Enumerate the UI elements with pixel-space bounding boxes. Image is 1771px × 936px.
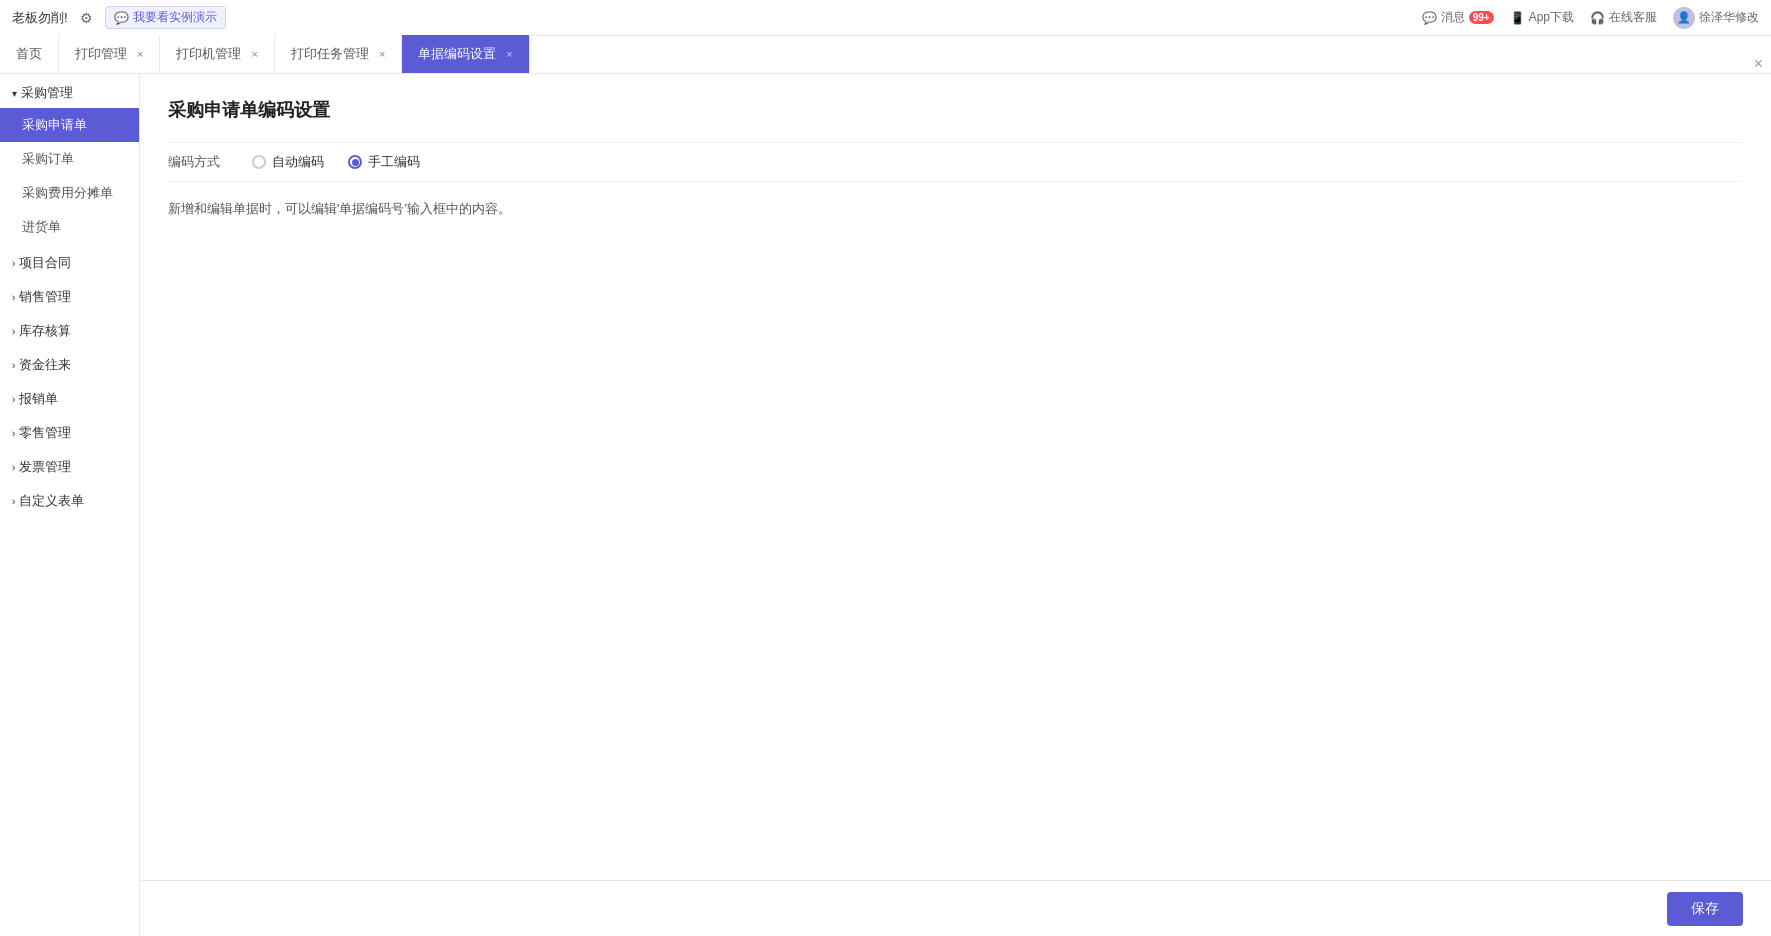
tab-printer-mgmt[interactable]: 打印机管理 ×	[160, 35, 274, 73]
sidebar-item-purchase-request-label: 采购申请单	[22, 117, 87, 132]
content-footer: 保存	[140, 880, 1771, 936]
sidebar-group-capital-label: 资金往来	[19, 356, 71, 374]
manual-code-label: 手工编码	[368, 153, 420, 171]
auto-code-label: 自动编码	[272, 153, 324, 171]
tab-printer-mgmt-close[interactable]: ×	[251, 48, 257, 60]
sidebar-group-sales-mgmt-label: 销售管理	[19, 288, 71, 306]
tab-home[interactable]: 首页	[0, 35, 59, 73]
tab-single-code-close[interactable]: ×	[506, 48, 512, 60]
tab-print-task-mgmt[interactable]: 打印任务管理 ×	[275, 35, 402, 73]
auto-code-radio[interactable]	[252, 155, 266, 169]
user-avatar: 👤	[1673, 7, 1695, 29]
sidebar-item-purchase-order-label: 采购订单	[22, 151, 74, 166]
online-service-group[interactable]: 🎧 在线客服	[1590, 9, 1657, 26]
sidebar-group-inventory-label: 库存核算	[19, 322, 71, 340]
online-service-label: 在线客服	[1609, 9, 1657, 26]
sidebar-group-sales-mgmt[interactable]: › 销售管理	[0, 278, 139, 312]
sidebar-group-purchase-mgmt[interactable]: ▾ 采购管理	[0, 74, 139, 108]
chevron-right-icon-7: ›	[12, 462, 15, 473]
sidebar-item-purchase-expense-label: 采购费用分摊单	[22, 185, 113, 200]
sidebar-group-retail-mgmt-label: 零售管理	[19, 424, 71, 442]
sidebar-group-custom-forms-label: 自定义表单	[19, 492, 84, 510]
sidebar-item-purchase-expense[interactable]: 采购费用分摊单	[0, 176, 139, 210]
sidebar-group-returns-label: 报销单	[19, 390, 58, 408]
sidebar-group-retail-mgmt[interactable]: › 零售管理	[0, 414, 139, 448]
tab-print-mgmt-close[interactable]: ×	[137, 48, 143, 60]
headset-icon: 🎧	[1590, 11, 1605, 25]
sidebar-group-custom-forms[interactable]: › 自定义表单	[0, 482, 139, 516]
top-bar-right: 💬 消息 99+ 📱 App下载 🎧 在线客服 👤 徐泽华修改	[1422, 7, 1759, 29]
tab-print-mgmt[interactable]: 打印管理 ×	[59, 35, 160, 73]
tab-home-label: 首页	[16, 45, 42, 63]
save-button[interactable]: 保存	[1667, 892, 1743, 926]
sidebar: ▾ 采购管理 采购申请单 采购订单 采购费用分摊单 进货单 › 项目合同 › 销…	[0, 74, 140, 936]
demo-label: 我要看实例演示	[133, 9, 217, 26]
tab-print-task-mgmt-label: 打印任务管理	[291, 45, 369, 63]
chevron-right-icon-6: ›	[12, 428, 15, 439]
sidebar-group-returns[interactable]: › 报销单	[0, 380, 139, 414]
manual-code-option[interactable]: 手工编码	[348, 153, 420, 171]
top-bar: 老板勿削! ⚙ 💬 我要看实例演示 💬 消息 99+ 📱 App下载 🎧 在线客…	[0, 0, 1771, 36]
chevron-right-icon-5: ›	[12, 394, 15, 405]
sidebar-item-purchase-order[interactable]: 采购订单	[0, 142, 139, 176]
chevron-right-icon-8: ›	[12, 496, 15, 507]
window-close-button[interactable]: ×	[1754, 55, 1763, 73]
encoding-method-row: 编码方式 自动编码 手工编码	[168, 142, 1743, 182]
manual-code-radio[interactable]	[348, 155, 362, 169]
page-title: 采购申请单编码设置	[168, 98, 1743, 122]
message-label: 消息	[1441, 9, 1465, 26]
user-group[interactable]: 👤 徐泽华修改	[1673, 7, 1759, 29]
demo-icon: 💬	[114, 11, 129, 25]
sidebar-group-project-contract[interactable]: › 项目合同	[0, 244, 139, 278]
demo-button[interactable]: 💬 我要看实例演示	[105, 6, 226, 29]
app-download-group[interactable]: 📱 App下载	[1510, 9, 1574, 26]
tab-print-mgmt-label: 打印管理	[75, 45, 127, 63]
tab-print-task-mgmt-close[interactable]: ×	[379, 48, 385, 60]
chevron-right-icon-2: ›	[12, 292, 15, 303]
sidebar-group-invoice-mgmt[interactable]: › 发票管理	[0, 448, 139, 482]
sidebar-group-inventory[interactable]: › 库存核算	[0, 312, 139, 346]
encoding-method-label: 编码方式	[168, 153, 220, 171]
chevron-right-icon-4: ›	[12, 360, 15, 371]
chevron-right-icon-3: ›	[12, 326, 15, 337]
app-download-label: App下载	[1529, 9, 1574, 26]
top-bar-left: 老板勿削! ⚙ 💬 我要看实例演示	[12, 6, 226, 29]
chevron-right-icon: ›	[12, 258, 15, 269]
message-group[interactable]: 💬 消息 99+	[1422, 9, 1494, 26]
tab-single-code-setting[interactable]: 单据编码设置 ×	[402, 35, 529, 73]
user-name: 徐泽华修改	[1699, 9, 1759, 26]
tab-bar: 首页 打印管理 × 打印机管理 × 打印任务管理 × 单据编码设置 × ×	[0, 36, 1771, 74]
gear-button[interactable]: ⚙	[80, 10, 93, 26]
hint-text: 新增和编辑单据时，可以编辑'单据编码号'输入框中的内容。	[168, 200, 1743, 218]
tab-single-code-label: 单据编码设置	[418, 45, 496, 63]
auto-code-option[interactable]: 自动编码	[252, 153, 324, 171]
main-layout: ▾ 采购管理 采购申请单 采购订单 采购费用分摊单 进货单 › 项目合同 › 销…	[0, 74, 1771, 936]
sidebar-group-project-contract-label: 项目合同	[19, 254, 71, 272]
content-body: 采购申请单编码设置 编码方式 自动编码 手工编码 新增和编辑单据时，可以编辑'单…	[140, 74, 1771, 880]
message-badge: 99+	[1469, 11, 1494, 24]
app-title: 老板勿削!	[12, 9, 68, 27]
sidebar-item-stock-in-label: 进货单	[22, 219, 61, 234]
sidebar-group-capital[interactable]: › 资金往来	[0, 346, 139, 380]
chevron-down-icon: ▾	[12, 88, 17, 99]
sidebar-group-purchase-mgmt-label: 采购管理	[21, 84, 73, 102]
sidebar-item-purchase-request[interactable]: 采购申请单	[0, 108, 139, 142]
tab-printer-mgmt-label: 打印机管理	[176, 45, 241, 63]
message-icon: 💬	[1422, 11, 1437, 25]
phone-icon: 📱	[1510, 11, 1525, 25]
content-area: 采购申请单编码设置 编码方式 自动编码 手工编码 新增和编辑单据时，可以编辑'单…	[140, 74, 1771, 936]
sidebar-group-invoice-mgmt-label: 发票管理	[19, 458, 71, 476]
sidebar-item-stock-in[interactable]: 进货单	[0, 210, 139, 244]
